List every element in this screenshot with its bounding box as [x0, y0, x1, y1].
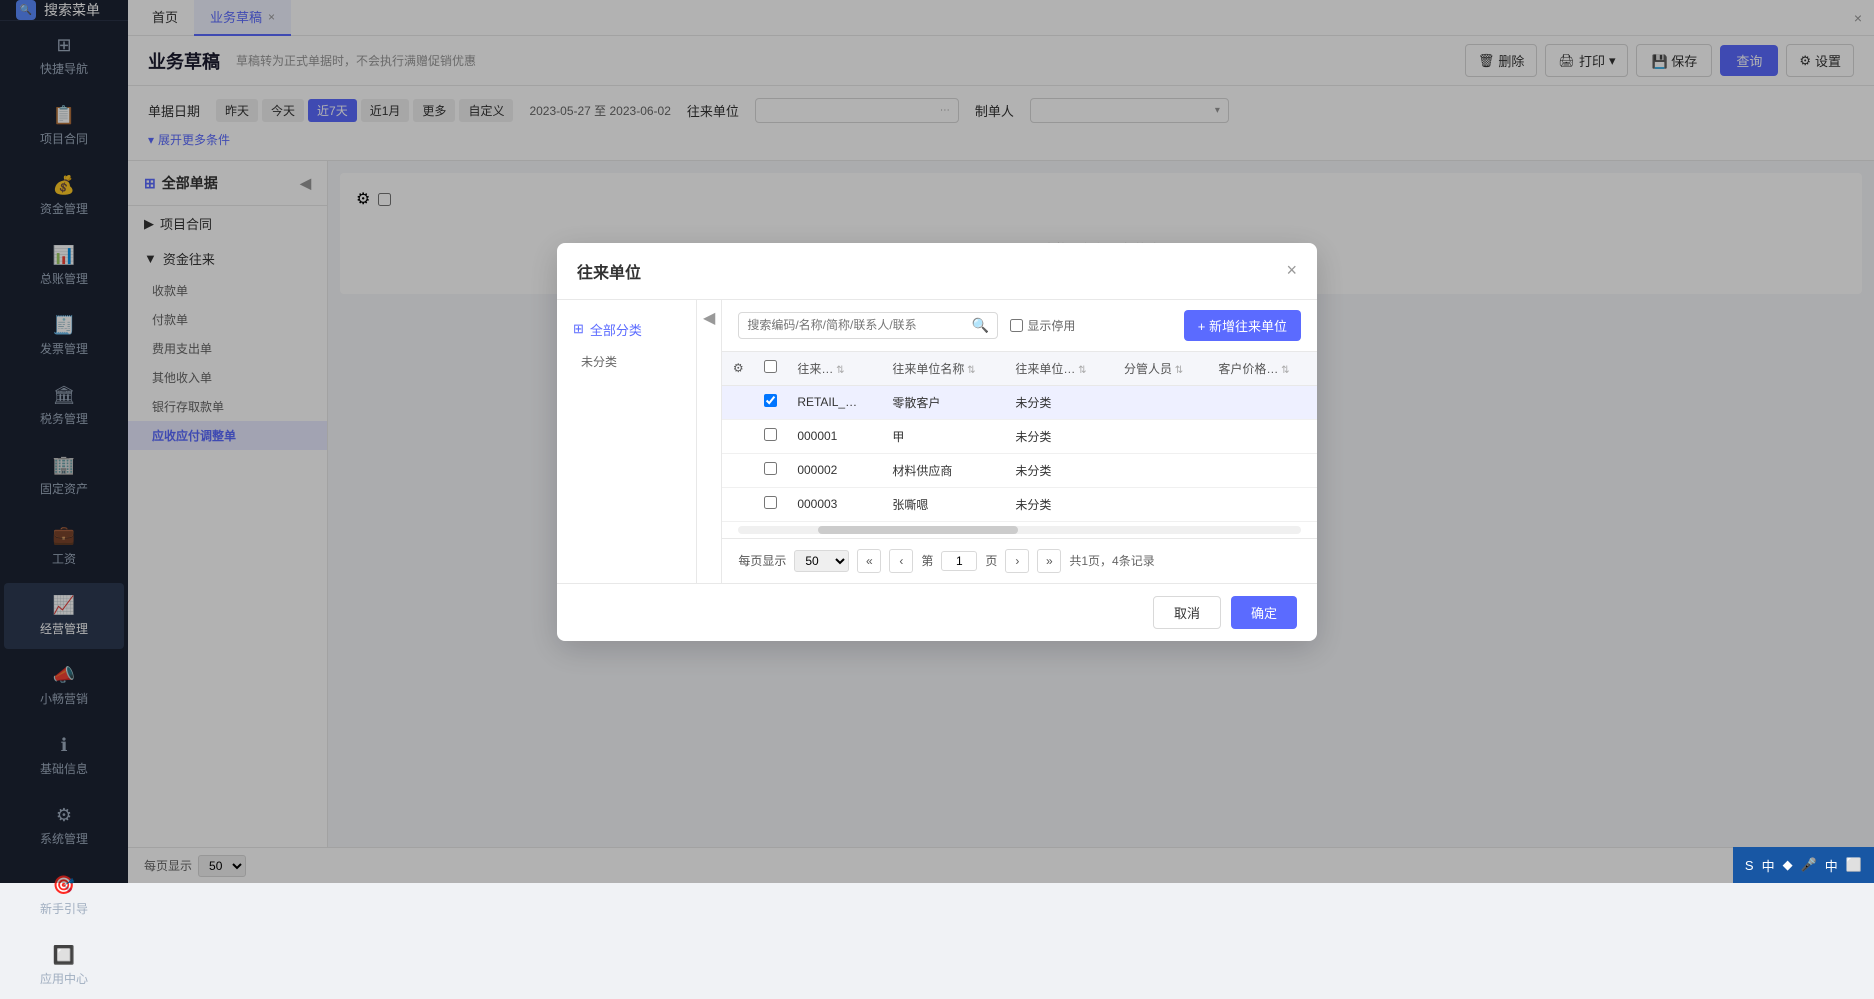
table-header: ⚙ 往来… 往来单位名称 往来单位… 分管人员 客户价格… — [722, 352, 1317, 386]
th-category[interactable]: 往来单位… — [1005, 352, 1114, 386]
td-name-1: 零散客户 — [882, 385, 1005, 419]
dialog-search-wrapper[interactable]: 🔍 — [738, 312, 998, 339]
show-disabled-checkbox[interactable] — [1010, 319, 1023, 332]
td-settings-4 — [722, 487, 754, 521]
td-category-2: 未分类 — [1005, 419, 1114, 453]
dialog-left-panel: ⊞ 全部分类 未分类 — [557, 300, 697, 583]
pagination-total-info: 共1页，4条记录 — [1069, 552, 1154, 569]
td-check-1[interactable] — [754, 385, 787, 419]
td-name-2: 甲 — [882, 419, 1005, 453]
td-name-4: 张嘶嗯 — [882, 487, 1005, 521]
dialog-toolbar: 🔍 显示停用 + 新增往来单位 — [722, 300, 1317, 352]
td-settings-2 — [722, 419, 754, 453]
dialog-search-input[interactable] — [747, 318, 972, 332]
confirm-button[interactable]: 确定 — [1231, 596, 1297, 629]
show-disabled-wrapper[interactable]: 显示停用 — [1010, 317, 1075, 334]
td-price-level-1 — [1208, 385, 1317, 419]
td-manager-1 — [1114, 385, 1208, 419]
table-row[interactable]: 000002 材料供应商 未分类 — [722, 453, 1317, 487]
dialog-title: 往来单位 — [577, 259, 641, 283]
th-settings[interactable]: ⚙ — [722, 352, 754, 386]
td-check-4[interactable] — [754, 487, 787, 521]
pagination-first-button[interactable]: « — [857, 549, 881, 573]
pagination-page-size-select[interactable]: 50 20 100 — [794, 550, 849, 572]
td-manager-3 — [1114, 453, 1208, 487]
td-code-1: RETAIL_… — [787, 385, 882, 419]
pagination-page-suffix: 页 — [985, 552, 997, 569]
dialog-all-categories-icon: ⊞ — [573, 321, 584, 337]
td-settings-3 — [722, 453, 754, 487]
status-icon-diamond: ◆ — [1783, 857, 1793, 873]
show-disabled-label: 显示停用 — [1027, 317, 1075, 334]
dialog-hscrollbar[interactable] — [738, 526, 1301, 534]
pagination-prev-button[interactable]: ‹ — [889, 549, 913, 573]
table-row[interactable]: RETAIL_… 零散客户 未分类 — [722, 385, 1317, 419]
td-category-3: 未分类 — [1005, 453, 1114, 487]
th-code[interactable]: 往来… — [787, 352, 882, 386]
status-icon-input: 中 — [1825, 856, 1838, 875]
sidebar-item-app-center-label: 应用中心 — [40, 970, 88, 987]
bottom-status-bar: S 中 ◆ 🎤 中 ⬜ — [1733, 847, 1874, 883]
table-body: RETAIL_… 零散客户 未分类 000001 甲 — [722, 385, 1317, 521]
app-center-icon: 🔲 — [53, 945, 75, 966]
cancel-button[interactable]: 取消 — [1153, 596, 1221, 629]
th-select-all-checkbox[interactable] — [764, 360, 777, 373]
pagination-page-label: 第 — [921, 552, 933, 569]
counterparty-table: ⚙ 往来… 往来单位名称 往来单位… 分管人员 客户价格… — [722, 352, 1317, 522]
pagination-page-size-label: 每页显示 — [738, 552, 786, 569]
sidebar-item-app-center[interactable]: 🔲 应用中心 — [4, 933, 124, 999]
td-check-2[interactable] — [754, 419, 787, 453]
dialog-all-categories-label: 全部分类 — [590, 320, 642, 339]
dialog-hscroll-thumb[interactable] — [818, 526, 1018, 534]
table-row[interactable]: 000001 甲 未分类 — [722, 419, 1317, 453]
dialog-header: 往来单位 × — [557, 243, 1317, 300]
th-name[interactable]: 往来单位名称 — [882, 352, 1005, 386]
th-checkbox[interactable] — [754, 352, 787, 386]
add-counterparty-button[interactable]: + 新增往来单位 — [1184, 310, 1301, 341]
status-icon-zh: 中 — [1762, 856, 1775, 875]
status-icon-s: S — [1745, 858, 1754, 873]
dialog-footer: 取消 确定 — [557, 583, 1317, 641]
dialog-overlay[interactable]: 往来单位 × ⊞ 全部分类 未分类 ◀ — [0, 0, 1874, 883]
sidebar-item-new-guide-label: 新手引导 — [40, 900, 88, 917]
td-category-4: 未分类 — [1005, 487, 1114, 521]
dialog-collapse-icon: ◀ — [703, 308, 715, 328]
td-category-1: 未分类 — [1005, 385, 1114, 419]
row-checkbox-4[interactable] — [764, 496, 777, 509]
td-check-3[interactable] — [754, 453, 787, 487]
dialog-right-panel: 🔍 显示停用 + 新增往来单位 ⚙ — [722, 300, 1317, 583]
td-manager-2 — [1114, 419, 1208, 453]
pagination-next-button[interactable]: › — [1005, 549, 1029, 573]
th-manager[interactable]: 分管人员 — [1114, 352, 1208, 386]
td-name-3: 材料供应商 — [882, 453, 1005, 487]
row-checkbox-1[interactable] — [764, 394, 777, 407]
td-price-level-3 — [1208, 453, 1317, 487]
row-checkbox-3[interactable] — [764, 462, 777, 475]
td-price-level-4 — [1208, 487, 1317, 521]
dialog-close-button[interactable]: × — [1286, 260, 1297, 281]
td-settings-1 — [722, 385, 754, 419]
dialog-pagination: 每页显示 50 20 100 « ‹ 第 页 › » 共1页，4条记录 — [722, 538, 1317, 583]
dialog-left-all-categories[interactable]: ⊞ 全部分类 — [557, 312, 696, 347]
dialog-left-collapse-button[interactable]: ◀ — [697, 300, 722, 583]
dialog-table: ⚙ 往来… 往来单位名称 往来单位… 分管人员 客户价格… — [722, 352, 1317, 522]
dialog-search-icon: 🔍 — [972, 317, 989, 334]
td-code-4: 000003 — [787, 487, 882, 521]
counterparty-dialog: 往来单位 × ⊞ 全部分类 未分类 ◀ — [557, 243, 1317, 641]
pagination-page-input[interactable] — [941, 551, 977, 571]
table-row[interactable]: 000003 张嘶嗯 未分类 — [722, 487, 1317, 521]
td-code-2: 000001 — [787, 419, 882, 453]
td-manager-4 — [1114, 487, 1208, 521]
status-icon-box: ⬜ — [1846, 857, 1862, 873]
td-code-3: 000002 — [787, 453, 882, 487]
th-price-level[interactable]: 客户价格… — [1208, 352, 1317, 386]
pagination-last-button[interactable]: » — [1037, 549, 1061, 573]
status-icon-mic: 🎤 — [1801, 857, 1817, 873]
dialog-left-uncategorized[interactable]: 未分类 — [557, 347, 696, 376]
row-checkbox-2[interactable] — [764, 428, 777, 441]
td-price-level-2 — [1208, 419, 1317, 453]
dialog-body: ⊞ 全部分类 未分类 ◀ 🔍 显示停用 — [557, 300, 1317, 583]
